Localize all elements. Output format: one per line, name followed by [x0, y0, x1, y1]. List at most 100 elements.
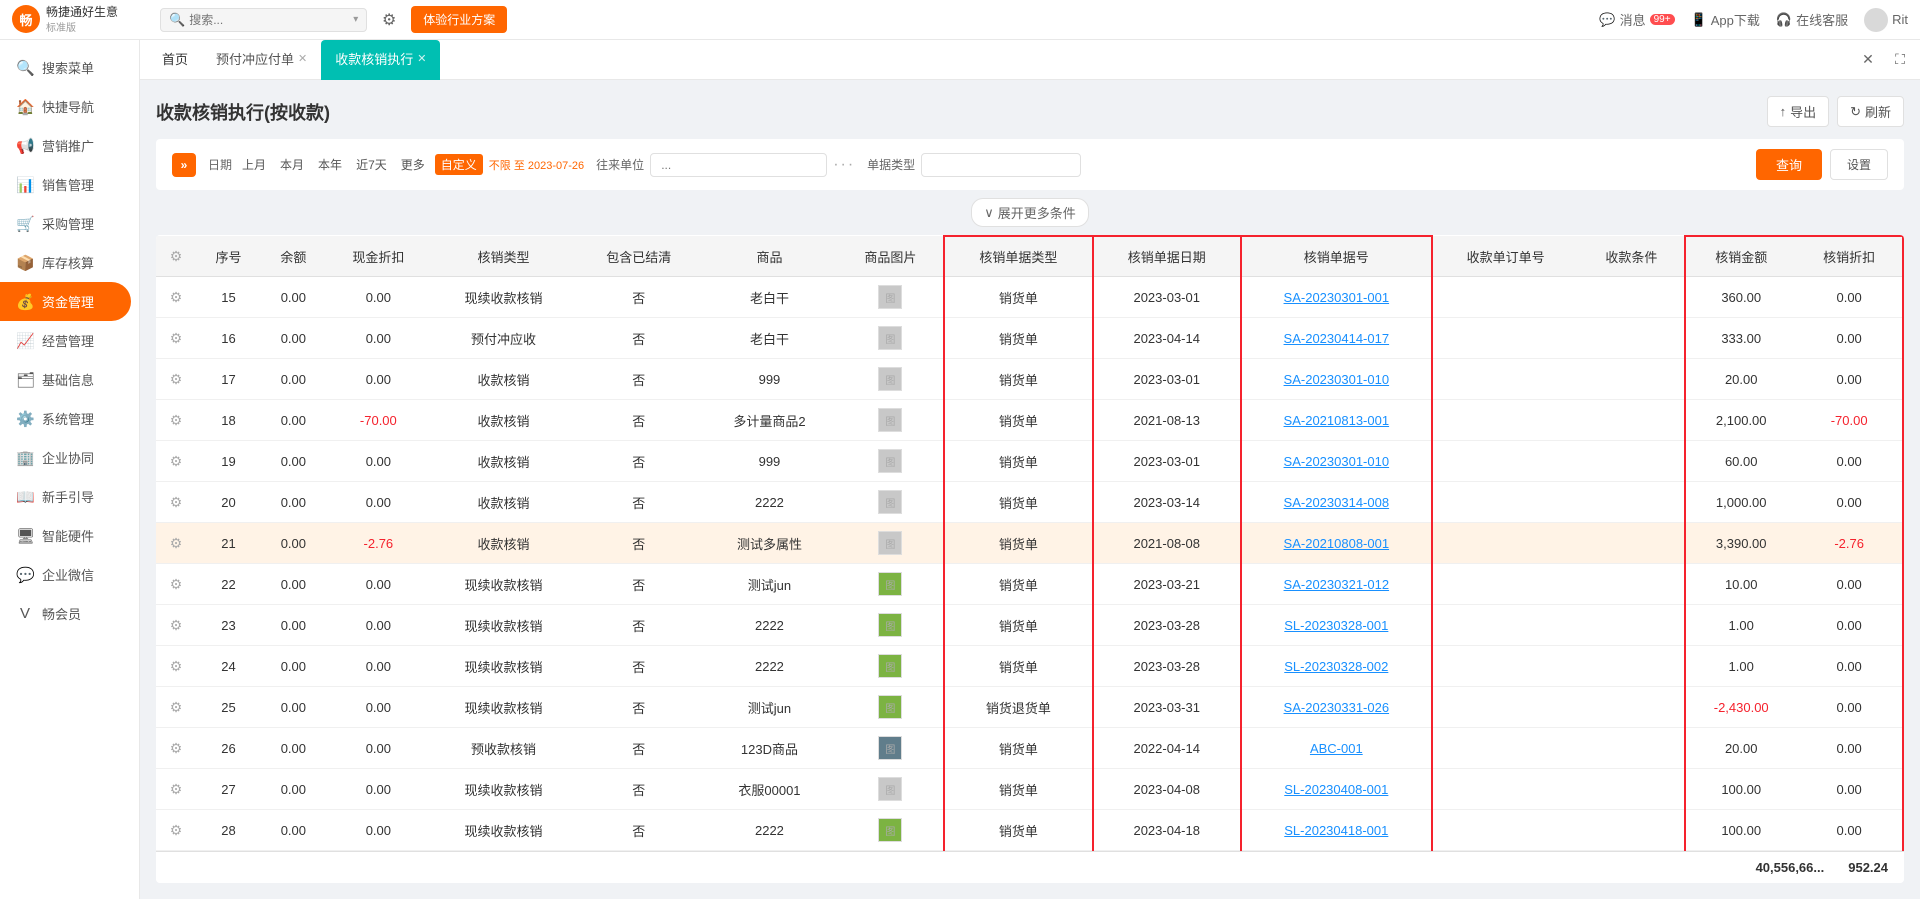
cell-voucher-no[interactable]: ABC-001 — [1241, 728, 1432, 769]
cell-voucher-no[interactable]: SA-20230414-017 — [1241, 318, 1432, 359]
cell-settings[interactable]: ⚙ — [156, 482, 196, 523]
cell-voucher-no[interactable]: SA-20230314-008 — [1241, 482, 1432, 523]
sidebar-item-sales[interactable]: 📊 销售管理 — [0, 165, 139, 204]
cell-writeoff-discount: 0.00 — [1796, 564, 1903, 605]
query-btn[interactable]: 查询 — [1756, 149, 1822, 180]
export-btn[interactable]: ↑ 导出 — [1767, 96, 1830, 127]
cell-settings[interactable]: ⚙ — [156, 687, 196, 728]
tab-writeoff[interactable]: 收款核销执行 ✕ — [321, 40, 440, 80]
gear-icon[interactable]: ⚙ — [170, 781, 183, 797]
sidebar-item-purchase[interactable]: 🛒 采购管理 — [0, 204, 139, 243]
maximize-btn[interactable]: ⛶ — [1888, 48, 1912, 72]
gear-icon[interactable]: ⚙ — [170, 576, 183, 592]
cell-voucher-no[interactable]: SA-20210808-001 — [1241, 523, 1432, 564]
cell-settings[interactable]: ⚙ — [156, 400, 196, 441]
content-area: 首页 预付冲应付单 ✕ 收款核销执行 ✕ ✕ ⛶ 收款核销执行(按收款) — [140, 40, 1920, 899]
sidebar-item-label: 企业微信 — [42, 565, 94, 584]
gear-icon[interactable]: ⚙ — [170, 494, 183, 510]
online-service-btn[interactable]: 🎧 在线客服 — [1776, 10, 1848, 29]
search-input[interactable] — [189, 13, 349, 27]
this-year-opt[interactable]: 本年 — [314, 154, 346, 175]
cell-settings[interactable]: ⚙ — [156, 277, 196, 318]
gear-icon[interactable]: ⚙ — [170, 535, 183, 551]
sidebar-item-search[interactable]: 🔍 搜索菜单 — [0, 48, 139, 87]
sidebar-item-inventory[interactable]: 📦 库存核算 — [0, 243, 139, 282]
sidebar-item-quicknav[interactable]: 🏠 快捷导航 — [0, 87, 139, 126]
gear-icon[interactable]: ⚙ — [170, 453, 183, 469]
settings-btn[interactable]: 设置 — [1830, 149, 1888, 180]
cell-settings[interactable]: ⚙ — [156, 318, 196, 359]
gear-icon[interactable]: ⚙ — [170, 617, 183, 633]
cell-receipt-condition — [1579, 687, 1686, 728]
cell-voucher-no[interactable]: SL-20230328-002 — [1241, 646, 1432, 687]
cell-settings[interactable]: ⚙ — [156, 605, 196, 646]
sidebar-item-hardware[interactable]: 🖥 智能硬件 — [0, 516, 139, 555]
cell-voucher-type: 销货单 — [944, 769, 1092, 810]
cell-settings[interactable]: ⚙ — [156, 359, 196, 400]
gear-icon[interactable]: ⚙ — [170, 412, 183, 428]
gear-icon[interactable]: ⚙ — [170, 330, 183, 346]
gear-icon[interactable]: ⚙ — [170, 371, 183, 387]
cell-voucher-no[interactable]: SA-20230301-010 — [1241, 359, 1432, 400]
messages-btn[interactable]: 💬 消息 99+ — [1599, 10, 1674, 29]
cell-settings[interactable]: ⚙ — [156, 810, 196, 851]
search-bar[interactable]: 🔍 ▾ — [160, 8, 367, 32]
col-settings[interactable]: ⚙ — [156, 236, 196, 277]
last-month-opt[interactable]: 上月 — [238, 154, 270, 175]
cell-voucher-no[interactable]: SA-20230331-026 — [1241, 687, 1432, 728]
gear-icon[interactable]: ⚙ — [170, 248, 183, 264]
cell-voucher-no[interactable]: SA-20230321-012 — [1241, 564, 1432, 605]
cell-settings[interactable]: ⚙ — [156, 769, 196, 810]
cell-settings[interactable]: ⚙ — [156, 646, 196, 687]
data-table-container: ⚙ 序号 余额 现金折扣 核销类型 包含已结清 商品 商品图片 核销单据类型 核… — [156, 235, 1904, 883]
tab-prepay[interactable]: 预付冲应付单 ✕ — [202, 40, 321, 80]
cell-voucher-no[interactable]: SL-20230328-001 — [1241, 605, 1432, 646]
voucher-type-select[interactable] — [921, 153, 1081, 177]
cell-balance: 0.00 — [261, 687, 326, 728]
sidebar-item-enterprise[interactable]: 🏢 企业协同 — [0, 438, 139, 477]
cell-include-settled: 否 — [576, 646, 701, 687]
close-window-btn[interactable]: ✕ — [1856, 48, 1880, 72]
sidebar-item-label: 基础信息 — [42, 370, 94, 389]
expand-btn[interactable]: ∨ 展开更多条件 — [971, 198, 1089, 227]
cell-balance: 0.00 — [261, 359, 326, 400]
app-download-btn[interactable]: 📱 App下载 — [1691, 10, 1760, 29]
more-opt[interactable]: 更多 — [397, 154, 429, 175]
this-month-opt[interactable]: 本月 — [276, 154, 308, 175]
sidebar-item-marketing[interactable]: 📢 营销推广 — [0, 126, 139, 165]
refresh-btn[interactable]: ↻ 刷新 — [1837, 96, 1904, 127]
tab-home[interactable]: 首页 — [148, 40, 202, 80]
sidebar-item-operation[interactable]: 📈 经营管理 — [0, 321, 139, 360]
filter-toggle-btn[interactable]: » — [172, 153, 196, 177]
gear-icon[interactable]: ⚙ — [170, 740, 183, 756]
app-icon: 📱 — [1691, 12, 1707, 28]
product-image: 图 — [878, 695, 902, 719]
gear-icon[interactable]: ⚙ — [170, 289, 183, 305]
last7-opt[interactable]: 近7天 — [352, 154, 391, 175]
sidebar-item-basic[interactable]: 🗂 基础信息 — [0, 360, 139, 399]
close-icon[interactable]: ✕ — [417, 52, 426, 65]
cell-voucher-no[interactable]: SA-20230301-010 — [1241, 441, 1432, 482]
cell-settings[interactable]: ⚙ — [156, 728, 196, 769]
cell-voucher-no[interactable]: SA-20230301-001 — [1241, 277, 1432, 318]
sidebar-item-guide[interactable]: 📖 新手引导 — [0, 477, 139, 516]
cell-voucher-no[interactable]: SL-20230408-001 — [1241, 769, 1432, 810]
sidebar-item-system[interactable]: ⚙️ 系统管理 — [0, 399, 139, 438]
sidebar-item-finance[interactable]: 💰 资金管理 — [0, 282, 131, 321]
gear-button[interactable]: ⚙ — [375, 6, 403, 34]
counterparty-input[interactable] — [650, 153, 827, 177]
cell-settings[interactable]: ⚙ — [156, 441, 196, 482]
custom-opt[interactable]: 自定义 — [435, 154, 483, 175]
industry-btn[interactable]: 体验行业方案 — [411, 6, 507, 33]
cell-voucher-no[interactable]: SA-20210813-001 — [1241, 400, 1432, 441]
close-icon[interactable]: ✕ — [298, 52, 307, 65]
gear-icon[interactable]: ⚙ — [170, 822, 183, 838]
cell-settings[interactable]: ⚙ — [156, 523, 196, 564]
cell-voucher-no[interactable]: SL-20230418-001 — [1241, 810, 1432, 851]
gear-icon[interactable]: ⚙ — [170, 658, 183, 674]
sidebar-item-wechat[interactable]: 💬 企业微信 — [0, 555, 139, 594]
gear-icon[interactable]: ⚙ — [170, 699, 183, 715]
sidebar-item-member[interactable]: V 畅会员 — [0, 594, 139, 633]
cell-settings[interactable]: ⚙ — [156, 564, 196, 605]
user-info[interactable]: Rit — [1864, 8, 1908, 32]
